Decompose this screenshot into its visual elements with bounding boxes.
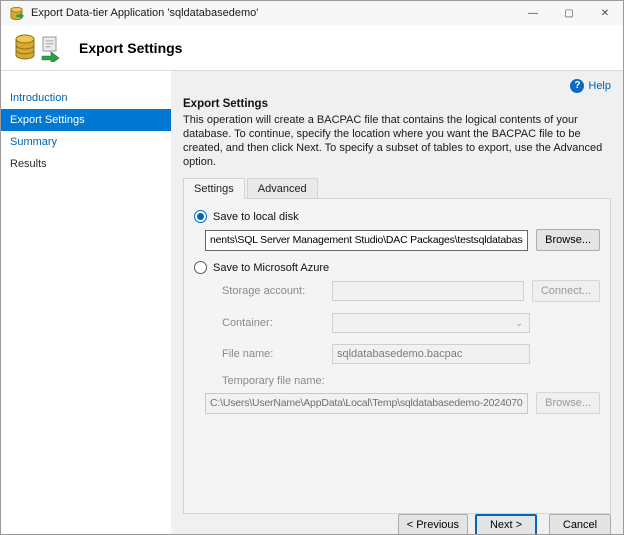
temp-file-row: Browse...: [194, 392, 600, 415]
sidebar-item-export-settings[interactable]: Export Settings: [1, 109, 171, 131]
database-icon: [15, 34, 35, 59]
main-panel: ? Help Export Settings This operation wi…: [171, 71, 623, 534]
save-to-local-disk-option[interactable]: Save to local disk: [194, 210, 600, 224]
close-button[interactable]: ✕: [587, 1, 623, 25]
container-select[interactable]: ⌄: [332, 313, 530, 334]
temp-file-name-label: Temporary file name:: [222, 375, 325, 388]
next-button[interactable]: Next >: [475, 514, 537, 534]
wizard-body: Introduction Export Settings Summary Res…: [1, 71, 623, 534]
storage-account-row: Storage account: Connect...: [194, 280, 600, 303]
container-row: Container: ⌄: [194, 313, 600, 334]
file-name-input[interactable]: [332, 344, 530, 365]
browse-local-button[interactable]: Browse...: [536, 229, 600, 252]
help-row: ? Help: [183, 77, 611, 94]
local-path-row: Browse...: [194, 229, 600, 252]
sidebar-item-summary[interactable]: Summary: [1, 131, 171, 153]
minimize-button[interactable]: —: [515, 1, 551, 25]
tab-advanced[interactable]: Advanced: [246, 178, 318, 199]
maximize-button[interactable]: ▢: [551, 1, 587, 25]
help-link[interactable]: Help: [588, 80, 611, 92]
section-description: This operation will create a BACPAC file…: [183, 114, 603, 169]
azure-radio-label: Save to Microsoft Azure: [213, 261, 330, 274]
export-wizard-window: Export Data-tier Application 'sqldatabas…: [0, 0, 624, 535]
wizard-steps-sidebar: Introduction Export Settings Summary Res…: [1, 71, 171, 534]
title-bar: Export Data-tier Application 'sqldatabas…: [1, 1, 623, 25]
help-icon[interactable]: ?: [570, 78, 585, 93]
file-name-label: File name:: [222, 348, 274, 361]
tab-settings[interactable]: Settings: [183, 178, 245, 200]
export-arrow-icon: [41, 36, 60, 62]
settings-tab-pane: Save to local disk Browse... Save to Mic…: [183, 198, 611, 515]
browse-temp-button[interactable]: Browse...: [536, 392, 600, 415]
chevron-down-icon: ⌄: [515, 317, 523, 328]
page-title: Export Settings: [79, 39, 183, 56]
file-name-row: File name:: [194, 344, 600, 365]
sidebar-item-introduction[interactable]: Introduction: [1, 87, 171, 109]
wizard-footer: < Previous Next > Cancel: [183, 514, 611, 534]
app-icon: [9, 5, 25, 21]
connect-button[interactable]: Connect...: [531, 280, 600, 303]
local-path-input[interactable]: [205, 229, 529, 251]
cancel-button[interactable]: Cancel: [549, 514, 611, 534]
local-disk-radio-label: Save to local disk: [213, 210, 299, 223]
container-label: Container:: [222, 317, 273, 330]
header-icons: [13, 34, 63, 62]
local-disk-radio[interactable]: [194, 210, 207, 224]
window-controls: — ▢ ✕: [515, 1, 623, 25]
temp-file-input[interactable]: [205, 392, 529, 414]
tab-strip: Settings Advanced: [183, 178, 611, 200]
storage-account-label: Storage account:: [222, 285, 306, 298]
azure-radio[interactable]: [194, 261, 207, 275]
storage-account-input[interactable]: [332, 281, 524, 302]
section-title: Export Settings: [183, 98, 268, 110]
sidebar-item-results[interactable]: Results: [1, 153, 171, 175]
wizard-header: Export Settings: [1, 25, 623, 71]
window-title: Export Data-tier Application 'sqldatabas…: [31, 7, 259, 19]
previous-button[interactable]: < Previous: [397, 514, 468, 534]
save-to-azure-option[interactable]: Save to Microsoft Azure: [194, 261, 600, 275]
